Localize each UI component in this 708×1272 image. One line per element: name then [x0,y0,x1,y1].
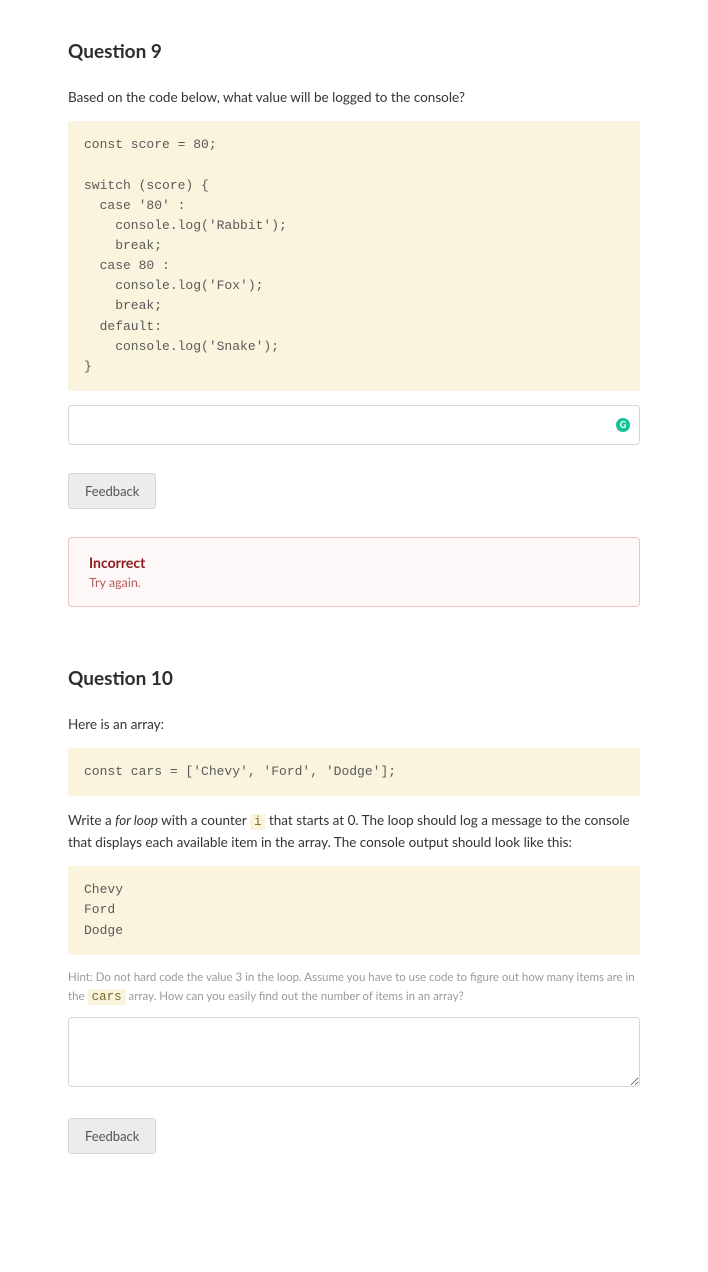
feedback-button[interactable]: Feedback [68,473,156,509]
question-10-code-array: const cars = ['Chevy', 'Ford', 'Dodge']; [68,748,640,796]
feedback-button[interactable]: Feedback [68,1118,156,1154]
hint-fragment: array. How can you easily find out the n… [126,990,464,1003]
question-10-expected-output: Chevy Ford Dodge [68,866,640,954]
question-10-title: Question 10 [68,667,640,690]
question-9-answer-input[interactable] [68,405,640,445]
alert-title: Incorrect [89,554,619,571]
question-10-answer-textarea[interactable] [68,1017,640,1087]
cars-code: cars [88,989,126,1005]
counter-i-code: i [250,814,266,830]
text-fragment: with a counter [158,812,250,828]
forloop-emphasis: for loop [115,812,158,828]
question-9: Question 9 Based on the code below, what… [68,40,640,607]
answer-textarea-wrap [68,1017,640,1090]
alert-subtext: Try again. [89,575,619,590]
answer-input-wrap: G [68,405,640,445]
incorrect-alert: Incorrect Try again. [68,537,640,607]
question-10-hint: Hint: Do not hard code the value 3 in th… [68,969,640,1007]
question-10-intro: Here is an array: [68,714,640,734]
question-9-code: const score = 80; switch (score) { case … [68,121,640,391]
question-9-prompt: Based on the code below, what value will… [68,87,640,107]
question-10: Question 10 Here is an array: const cars… [68,667,640,1182]
grammarly-icon: G [616,418,630,432]
text-fragment: Write a [68,812,115,828]
question-9-title: Question 9 [68,40,640,63]
question-10-instructions: Write a for loop with a counter i that s… [68,810,640,852]
